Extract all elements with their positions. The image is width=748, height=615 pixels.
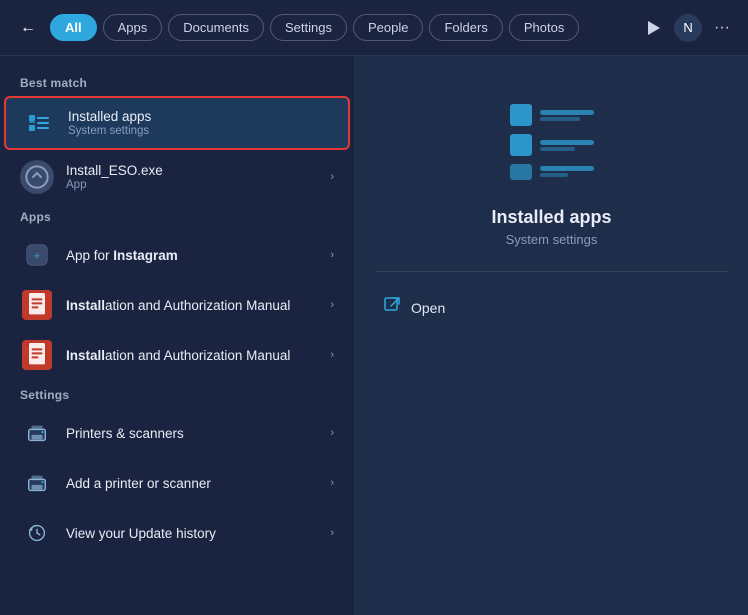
tab-folders[interactable]: Folders	[429, 14, 502, 41]
instagram-icon: +	[20, 238, 54, 272]
open-icon	[383, 296, 401, 319]
manual2-text: Installation and Authorization Manual	[66, 348, 318, 363]
detail-subtitle: System settings	[506, 232, 598, 247]
tab-photos[interactable]: Photos	[509, 14, 579, 41]
printers-title: Printers & scanners	[66, 426, 318, 441]
apps-section-label: Apps	[0, 202, 354, 230]
tab-all[interactable]: All	[50, 14, 97, 41]
manual2-chevron: ›	[330, 349, 334, 361]
add-printer-text: Add a printer or scanner	[66, 476, 318, 491]
update-history-chevron: ›	[330, 527, 334, 539]
open-label: Open	[411, 300, 445, 316]
svg-text:+: +	[34, 250, 41, 262]
eso-text: Install_ESO.exe App	[66, 163, 318, 191]
detail-icon-area	[502, 96, 602, 191]
printers-chevron: ›	[330, 427, 334, 439]
tab-documents[interactable]: Documents	[168, 14, 264, 41]
printers-item[interactable]: Printers & scanners ›	[4, 408, 350, 458]
top-nav: ← All Apps Documents Settings People Fol…	[0, 0, 748, 56]
printer-icon	[20, 416, 54, 450]
eso-icon	[20, 160, 54, 194]
main-content: Best match Installed apps System setting…	[0, 56, 748, 615]
best-match-label: Best match	[0, 68, 354, 96]
add-printer-icon	[20, 466, 54, 500]
divider	[375, 271, 728, 272]
eso-subtitle: App	[66, 179, 318, 191]
printers-text: Printers & scanners	[66, 426, 318, 441]
update-history-title: View your Update history	[66, 526, 318, 541]
best-match-title: Installed apps	[68, 109, 332, 124]
installed-apps-icon	[22, 106, 56, 140]
best-match-item[interactable]: Installed apps System settings	[4, 96, 350, 150]
update-history-text: View your Update history	[66, 526, 318, 541]
eso-chevron: ›	[330, 171, 334, 183]
best-match-subtitle: System settings	[68, 125, 332, 137]
manual-item-2[interactable]: Installation and Authorization Manual ›	[4, 330, 350, 380]
detail-title: Installed apps	[491, 207, 611, 228]
instagram-text: App for Instagram	[66, 248, 318, 263]
best-match-text: Installed apps System settings	[68, 109, 332, 137]
eso-title: Install_ESO.exe	[66, 163, 318, 178]
install-eso-item[interactable]: Install_ESO.exe App ›	[4, 152, 350, 202]
right-panel: Installed apps System settings Open	[355, 56, 748, 615]
manual1-chevron: ›	[330, 299, 334, 311]
more-options-button[interactable]: ···	[708, 15, 736, 41]
open-action[interactable]: Open	[375, 290, 728, 325]
tab-apps[interactable]: Apps	[103, 14, 163, 41]
settings-section-label: Settings	[0, 380, 354, 408]
manual1-title: Installation and Authorization Manual	[66, 298, 318, 313]
avatar: N	[674, 14, 702, 42]
manual1-text: Installation and Authorization Manual	[66, 298, 318, 313]
instagram-title: App for Instagram	[66, 248, 318, 263]
update-history-item[interactable]: View your Update history ›	[4, 508, 350, 558]
instagram-chevron: ›	[330, 249, 334, 261]
manual2-icon	[20, 338, 54, 372]
add-printer-chevron: ›	[330, 477, 334, 489]
instagram-app-item[interactable]: + App for Instagram ›	[4, 230, 350, 280]
tab-people[interactable]: People	[353, 14, 423, 41]
update-history-icon	[20, 516, 54, 550]
left-panel: Best match Installed apps System setting…	[0, 56, 355, 615]
manual2-title: Installation and Authorization Manual	[66, 348, 318, 363]
tab-settings[interactable]: Settings	[270, 14, 347, 41]
add-printer-title: Add a printer or scanner	[66, 476, 318, 491]
back-button[interactable]: ←	[12, 12, 44, 44]
manual-item-1[interactable]: Installation and Authorization Manual ›	[4, 280, 350, 330]
manual1-icon	[20, 288, 54, 322]
play-button[interactable]	[640, 14, 668, 42]
add-printer-item[interactable]: Add a printer or scanner ›	[4, 458, 350, 508]
